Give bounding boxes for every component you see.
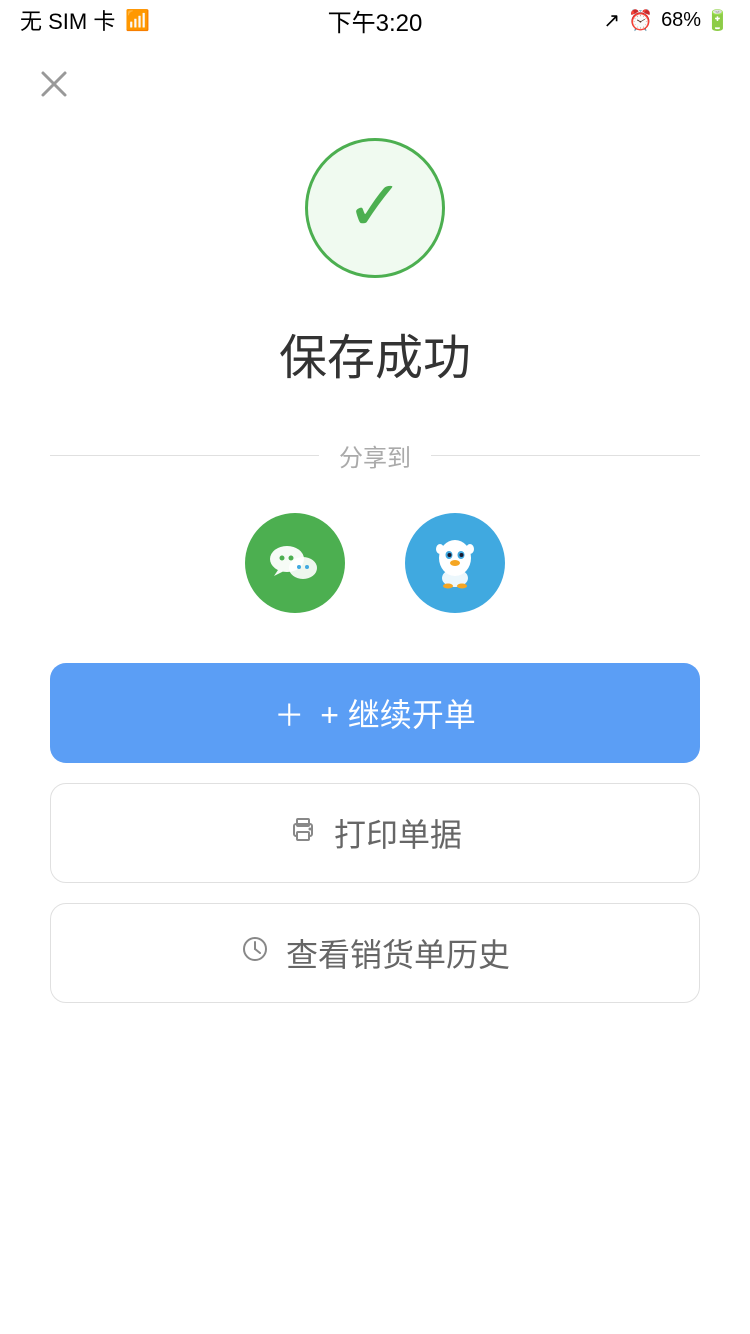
share-section: 分享到 (50, 438, 700, 613)
alarm-icon: ⏰ (628, 8, 653, 33)
printer-svg (288, 814, 318, 844)
main-content: ✓ 保存成功 分享到 (0, 118, 750, 1334)
continue-button[interactable]: ＋ + 继续开单 (50, 663, 700, 763)
status-bar: 无 SIM 卡 📶 下午3:20 ↗ ⏰ 68% 🔋 (0, 0, 750, 40)
history-button[interactable]: 查看销货单历史 (50, 903, 700, 1003)
x-icon (39, 69, 69, 99)
location-icon: ↗ (603, 8, 620, 33)
printer-icon (288, 814, 318, 852)
clock-svg (240, 934, 270, 964)
close-area (0, 40, 750, 118)
close-button[interactable] (30, 60, 78, 108)
share-icons-row (50, 513, 700, 613)
status-time: 下午3:20 (328, 3, 423, 38)
print-button[interactable]: 打印单据 (50, 783, 700, 883)
battery-icon: 🔋 (705, 8, 730, 33)
share-divider: 分享到 (50, 438, 700, 473)
continue-label: + 继续开单 (320, 690, 476, 736)
status-right: ↗ ⏰ 68% 🔋 (603, 8, 730, 33)
wechat-icon (264, 532, 326, 594)
battery-percentage: 68% (661, 9, 701, 32)
clock-icon (240, 934, 270, 972)
divider-right (431, 455, 700, 456)
history-label: 查看销货单历史 (286, 930, 510, 976)
qq-share-button[interactable] (405, 513, 505, 613)
divider-left (50, 455, 319, 456)
qq-icon (424, 532, 486, 594)
wechat-share-button[interactable] (245, 513, 345, 613)
success-title: 保存成功 (279, 318, 471, 388)
battery-indicator: 68% 🔋 (661, 8, 730, 33)
share-label: 分享到 (339, 438, 411, 473)
print-label: 打印单据 (334, 810, 462, 856)
success-circle: ✓ (305, 138, 445, 278)
sim-status: 无 SIM 卡 (20, 4, 115, 36)
action-buttons: ＋ + 继续开单 打印单据 (50, 663, 700, 1003)
status-left: 无 SIM 卡 📶 (20, 4, 150, 36)
wifi-icon: 📶 (125, 8, 150, 33)
checkmark-icon: ✓ (346, 171, 405, 241)
plus-icon: ＋ (274, 691, 304, 735)
